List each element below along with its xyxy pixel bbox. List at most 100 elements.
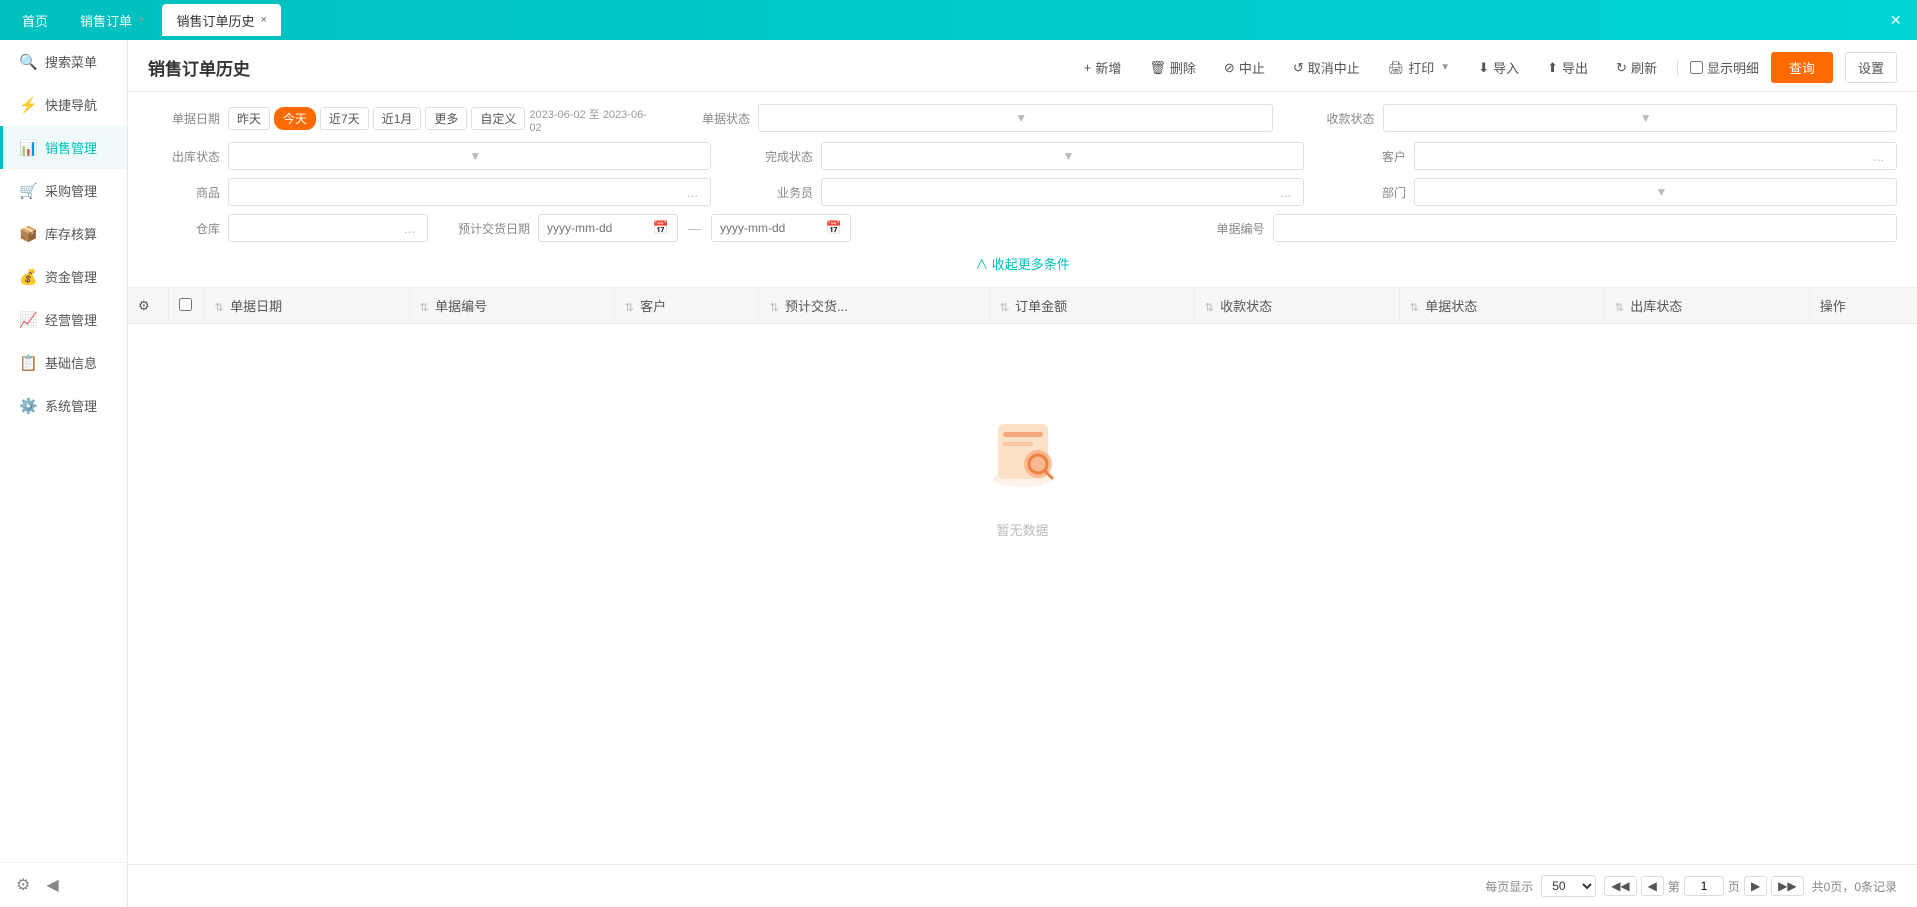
salesperson-label: 业务员 (741, 184, 821, 201)
date-btn-last7[interactable]: 近7天 (320, 107, 369, 130)
page-title: 销售订单历史 (148, 55, 250, 80)
refresh-icon: ↻ (1616, 60, 1627, 76)
last-page-button[interactable]: ▶▶ (1771, 876, 1803, 896)
prev-page-button[interactable]: ◀ (1641, 876, 1664, 896)
empty-state: 暂无数据 (128, 324, 1917, 619)
cancel-stop-button[interactable]: ↺ 取消中止 (1285, 54, 1368, 81)
warehouse-field: ... (228, 214, 428, 242)
empty-text: 暂无数据 (996, 520, 1048, 539)
date-btn-more[interactable]: 更多 (425, 107, 467, 130)
calendar-start-icon[interactable]: 📅 (653, 220, 669, 236)
payment-status-label: 收款状态 (1303, 110, 1383, 127)
delivery-date-start[interactable] (547, 221, 653, 235)
tab-sales-order-history[interactable]: 销售订单历史 × (162, 4, 280, 36)
collapse-sidebar-icon[interactable]: ◀ (46, 875, 58, 895)
toolbar: + 新增 🗑 删除 ⊘ 中止 ↺ 取消中止 🖨 打印 (1076, 52, 1897, 83)
col-order-no[interactable]: 单据编号 (409, 288, 614, 324)
new-icon: + (1084, 60, 1092, 75)
warehouse-input-wrap: ... (228, 214, 428, 242)
salesperson-dots[interactable]: ... (1276, 185, 1295, 200)
col-out-status[interactable]: 出库状态 (1604, 288, 1809, 324)
print-button[interactable]: 🖨 打印 (1380, 54, 1458, 81)
settings-button[interactable]: 设置 (1845, 52, 1897, 83)
tab-home[interactable]: 首页 (8, 4, 62, 36)
customer-dots[interactable]: ... (1869, 149, 1888, 164)
export-icon: ⬆ (1547, 60, 1558, 76)
show-columns-checkbox[interactable]: 显示明细 (1690, 58, 1759, 77)
goods-label: 商品 (148, 184, 228, 201)
sidebar-item-system-mgmt[interactable]: ⚙️ 系统管理 (0, 384, 127, 427)
delivery-date-field: 📅 — 📅 (538, 214, 1163, 242)
filter-row-4: 仓库 ... 预计交货日期 📅 — (148, 214, 1897, 242)
goods-dots[interactable]: ... (683, 185, 702, 200)
table-settings-icon[interactable]: ⚙ (138, 298, 150, 313)
col-payment-status[interactable]: 收款状态 (1194, 288, 1399, 324)
collapse-conditions[interactable]: ∧ 收起更多条件 (148, 250, 1897, 277)
warehouse-dots[interactable]: ... (400, 221, 419, 236)
tab-sales-order[interactable]: 销售订单 × (66, 4, 158, 36)
sidebar-item-sales-mgmt[interactable]: 📊 销售管理 (0, 126, 127, 169)
sidebar-item-base-info[interactable]: 📋 基础信息 (0, 341, 127, 384)
new-button[interactable]: + 新增 (1076, 54, 1130, 81)
window-close-icon[interactable]: × (1882, 6, 1909, 35)
top-bar: 首页 销售订单 × 销售订单历史 × × (0, 0, 1917, 40)
col-customer[interactable]: 客户 (614, 288, 759, 324)
out-status-arrow: ▼ (470, 149, 703, 163)
complete-status-label: 完成状态 (741, 148, 821, 165)
date-btn-today[interactable]: 今天 (274, 107, 316, 130)
sidebar-item-search-menu[interactable]: 🔍 搜索菜单 (0, 40, 127, 83)
gear-icon[interactable]: ⚙ (16, 875, 30, 895)
page-number-input[interactable] (1684, 876, 1724, 896)
date-range-text: 2023-06-02 至 2023-06-02 (529, 106, 648, 134)
complete-status-select[interactable]: ▼ (821, 142, 1304, 170)
delivery-date-label: 预计交货日期 (458, 220, 538, 237)
import-button[interactable]: ⬇ 导入 (1470, 54, 1527, 81)
calendar-end-icon[interactable]: 📅 (826, 220, 842, 236)
salesperson-input[interactable] (830, 185, 1276, 199)
filter-row-1: 单据日期 昨天 今天 近7天 近1月 更多 自定义 2023-06-02 至 2… (148, 102, 1897, 134)
order-status-field: ▼ (758, 104, 1273, 132)
tab-history-close[interactable]: × (260, 14, 266, 26)
filter-area: 单据日期 昨天 今天 近7天 近1月 更多 自定义 2023-06-02 至 2… (128, 92, 1917, 288)
col-amount[interactable]: 订单金额 (989, 288, 1194, 324)
col-order-status[interactable]: 单据状态 (1399, 288, 1604, 324)
col-action: 操作 (1809, 288, 1917, 324)
main-layout: 🔍 搜索菜单 ⚡ 快捷导航 📊 销售管理 🛒 采购管理 📦 库存核算 💰 资金管… (0, 40, 1917, 907)
show-columns-input[interactable] (1690, 61, 1703, 74)
sidebar-item-inventory[interactable]: 📦 库存核算 (0, 212, 127, 255)
first-page-button[interactable]: ◀◀ (1604, 876, 1636, 896)
export-button[interactable]: ⬆ 导出 (1539, 54, 1596, 81)
sidebar-item-quick-nav[interactable]: ⚡ 快捷导航 (0, 83, 127, 126)
customer-input[interactable] (1423, 149, 1869, 163)
payment-status-select[interactable]: ▼ (1383, 104, 1898, 132)
date-btn-custom[interactable]: 自定义 (471, 107, 525, 130)
query-button[interactable]: 查询 (1771, 52, 1833, 83)
next-page-button[interactable]: ▶ (1744, 876, 1767, 896)
date-filter-field: 昨天 今天 近7天 近1月 更多 自定义 2023-06-02 至 2023-0… (228, 102, 648, 134)
col-date[interactable]: 单据日期 (204, 288, 409, 324)
sidebar-item-finance[interactable]: 💰 资金管理 (0, 255, 127, 298)
col-settings[interactable]: ⚙ (128, 288, 168, 324)
stop-button[interactable]: ⊘ 中止 (1216, 54, 1273, 81)
refresh-button[interactable]: ↻ 刷新 (1608, 54, 1665, 81)
dept-label: 部门 (1334, 184, 1414, 201)
col-check[interactable] (168, 288, 204, 324)
page-size-select[interactable]: 50 10 20 100 (1541, 875, 1596, 897)
goods-input[interactable] (237, 185, 683, 199)
dept-select[interactable]: ▼ (1414, 178, 1897, 206)
delete-button[interactable]: 🗑 删除 (1141, 54, 1204, 81)
out-status-select[interactable]: ▼ (228, 142, 711, 170)
select-all-checkbox[interactable] (179, 298, 192, 311)
col-delivery[interactable]: 预计交货... (759, 288, 989, 324)
date-btn-yesterday[interactable]: 昨天 (228, 107, 270, 130)
purchase-icon: 🛒 (19, 182, 37, 200)
sidebar-item-operations[interactable]: 📈 经营管理 (0, 298, 127, 341)
delivery-date-end[interactable] (720, 221, 826, 235)
warehouse-input[interactable] (237, 221, 400, 235)
sidebar-item-purchase-mgmt[interactable]: 🛒 采购管理 (0, 169, 127, 212)
order-no-input[interactable] (1282, 221, 1889, 235)
base-info-icon: 📋 (19, 354, 37, 372)
tab-sales-order-close[interactable]: × (138, 14, 144, 26)
order-status-select[interactable]: ▼ (758, 104, 1273, 132)
date-btn-last1m[interactable]: 近1月 (373, 107, 422, 130)
